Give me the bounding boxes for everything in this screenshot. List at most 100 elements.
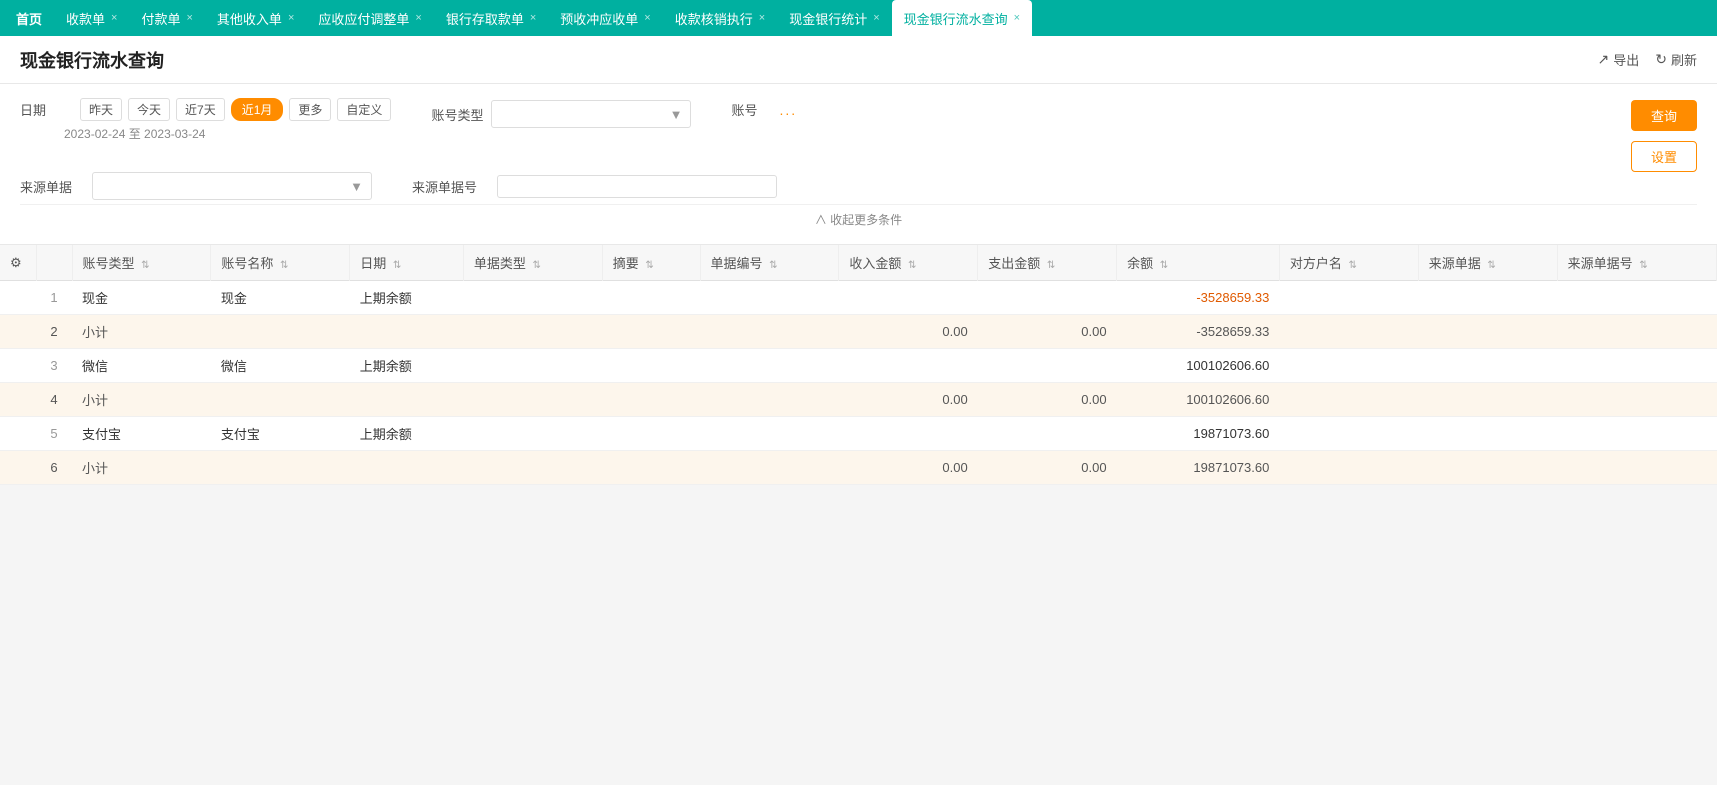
gear-icon[interactable]: ⚙ <box>10 255 22 270</box>
row-counterparty <box>1279 315 1418 349</box>
date-btn-more[interactable]: 更多 <box>289 98 331 121</box>
close-icon[interactable]: × <box>111 12 117 24</box>
refresh-button[interactable]: ↻ 刷新 <box>1655 50 1697 69</box>
nav-tab-fukuandan[interactable]: 付款单 × <box>129 0 204 36</box>
close-icon[interactable]: × <box>415 12 421 24</box>
row-source-doc <box>1418 315 1557 349</box>
col-counterparty: 对方户名 ⇅ <box>1279 245 1418 281</box>
nav-tab-xianjinyinhang[interactable]: 现金银行统计 × <box>777 0 891 36</box>
sort-icon[interactable]: ⇅ <box>645 260 653 271</box>
close-icon[interactable]: × <box>1014 12 1020 24</box>
sort-icon[interactable]: ⇅ <box>908 260 916 271</box>
close-icon[interactable]: × <box>530 12 536 24</box>
settings-button[interactable]: 设置 <box>1631 141 1697 172</box>
col-date: 日期 ⇅ <box>350 245 464 281</box>
row-income: 0.00 <box>839 315 978 349</box>
row-balance: 19871073.60 <box>1117 451 1280 485</box>
row-source-doc-no <box>1557 383 1716 417</box>
collapse-bar[interactable]: ∧ 收起更多条件 <box>20 204 1697 234</box>
row-doc-no <box>700 281 839 315</box>
date-btn-today[interactable]: 今天 <box>128 98 170 121</box>
nav-tab-shoukuandan[interactable]: 收款单 × <box>54 0 129 36</box>
close-icon[interactable]: × <box>186 12 192 24</box>
col-source-doc-no: 来源单据号 ⇅ <box>1557 245 1716 281</box>
row-summary <box>602 349 700 383</box>
chevron-up-icon: ∧ <box>815 213 827 227</box>
source-doc-select[interactable]: ▼ <box>92 172 372 200</box>
close-icon[interactable]: × <box>873 12 879 24</box>
row-account-name <box>211 383 350 417</box>
nav-tab-qitashouru[interactable]: 其他收入单 × <box>205 0 306 36</box>
row-gear <box>0 383 36 417</box>
sort-icon[interactable]: ⇅ <box>393 260 401 271</box>
nav-tab-yushou[interactable]: 预收冲应收单 × <box>548 0 662 36</box>
row-balance: -3528659.33 <box>1117 281 1280 315</box>
account-no-dots-icon: ... <box>779 102 797 118</box>
sort-icon[interactable]: ⇅ <box>769 260 777 271</box>
row-account-name: 支付宝 <box>211 417 350 451</box>
sort-icon[interactable]: ⇅ <box>1348 260 1356 271</box>
date-btn-1month[interactable]: 近1月 <box>231 98 284 121</box>
row-doc-no <box>700 315 839 349</box>
row-account-name: 微信 <box>211 349 350 383</box>
date-btn-custom[interactable]: 自定义 <box>337 98 391 121</box>
sort-icon[interactable]: ⇅ <box>1160 260 1168 271</box>
row-gear <box>0 349 36 383</box>
close-icon[interactable]: × <box>759 12 765 24</box>
close-icon[interactable]: × <box>288 12 294 24</box>
row-expense: 0.00 <box>978 383 1117 417</box>
sort-icon[interactable]: ⇅ <box>1047 260 1055 271</box>
row-doc-no <box>700 383 839 417</box>
col-source-doc: 来源单据 ⇅ <box>1418 245 1557 281</box>
row-doc-type <box>463 417 602 451</box>
row-number: 4 <box>36 383 72 417</box>
row-account-type: 微信 <box>72 349 211 383</box>
sort-icon[interactable]: ⇅ <box>1639 260 1647 271</box>
row-balance: 100102606.60 <box>1117 349 1280 383</box>
sort-icon[interactable]: ⇅ <box>280 260 288 271</box>
col-expense: 支出金额 ⇅ <box>978 245 1117 281</box>
row-doc-type <box>463 383 602 417</box>
row-source-doc-no <box>1557 417 1716 451</box>
data-table-container: ⚙ 账号类型 ⇅ 账号名称 ⇅ 日期 ⇅ 单据类型 ⇅ 摘要 ⇅ 单据编号 ⇅ … <box>0 245 1717 485</box>
row-expense <box>978 349 1117 383</box>
row-summary <box>602 451 700 485</box>
nav-tab-shoukuanhexiao[interactable]: 收款核销执行 × <box>663 0 777 36</box>
date-range: 2023-02-24 至 2023-03-24 <box>64 127 205 141</box>
date-btn-7days[interactable]: 近7天 <box>176 98 225 121</box>
nav-tab-liushui[interactable]: 现金银行流水查询 × <box>892 0 1032 36</box>
row-account-type: 支付宝 <box>72 417 211 451</box>
row-expense: 0.00 <box>978 315 1117 349</box>
row-doc-type <box>463 281 602 315</box>
nav-tab-yinhangcunqu[interactable]: 银行存取款单 × <box>434 0 548 36</box>
row-gear <box>0 315 36 349</box>
sort-icon[interactable]: ⇅ <box>532 260 540 271</box>
nav-home[interactable]: 首页 <box>4 0 54 36</box>
row-counterparty <box>1279 281 1418 315</box>
row-source-doc <box>1418 383 1557 417</box>
query-button[interactable]: 查询 <box>1631 100 1697 131</box>
row-date <box>350 451 464 485</box>
date-btn-yesterday[interactable]: 昨天 <box>80 98 122 121</box>
row-account-type: 现金 <box>72 281 211 315</box>
col-doc-no: 单据编号 ⇅ <box>700 245 839 281</box>
account-type-select[interactable]: ▼ <box>491 100 691 128</box>
nav-tab-yingshouyingfu[interactable]: 应收应付调整单 × <box>306 0 433 36</box>
row-income <box>839 281 978 315</box>
col-summary: 摘要 ⇅ <box>602 245 700 281</box>
row-summary <box>602 281 700 315</box>
account-type-label: 账号类型 <box>431 105 483 124</box>
table-row: 6 小计 0.00 0.00 19871073.60 <box>0 451 1717 485</box>
source-doc-no-input[interactable] <box>497 175 777 198</box>
sort-icon[interactable]: ⇅ <box>141 260 149 271</box>
row-number: 6 <box>36 451 72 485</box>
row-source-doc-no <box>1557 451 1716 485</box>
row-doc-type <box>463 315 602 349</box>
row-expense <box>978 281 1117 315</box>
row-date <box>350 315 464 349</box>
close-icon[interactable]: × <box>644 12 650 24</box>
row-gear <box>0 281 36 315</box>
sort-icon[interactable]: ⇅ <box>1487 260 1495 271</box>
col-gear: ⚙ <box>0 245 36 281</box>
export-button[interactable]: ↗ 导出 <box>1598 50 1640 69</box>
